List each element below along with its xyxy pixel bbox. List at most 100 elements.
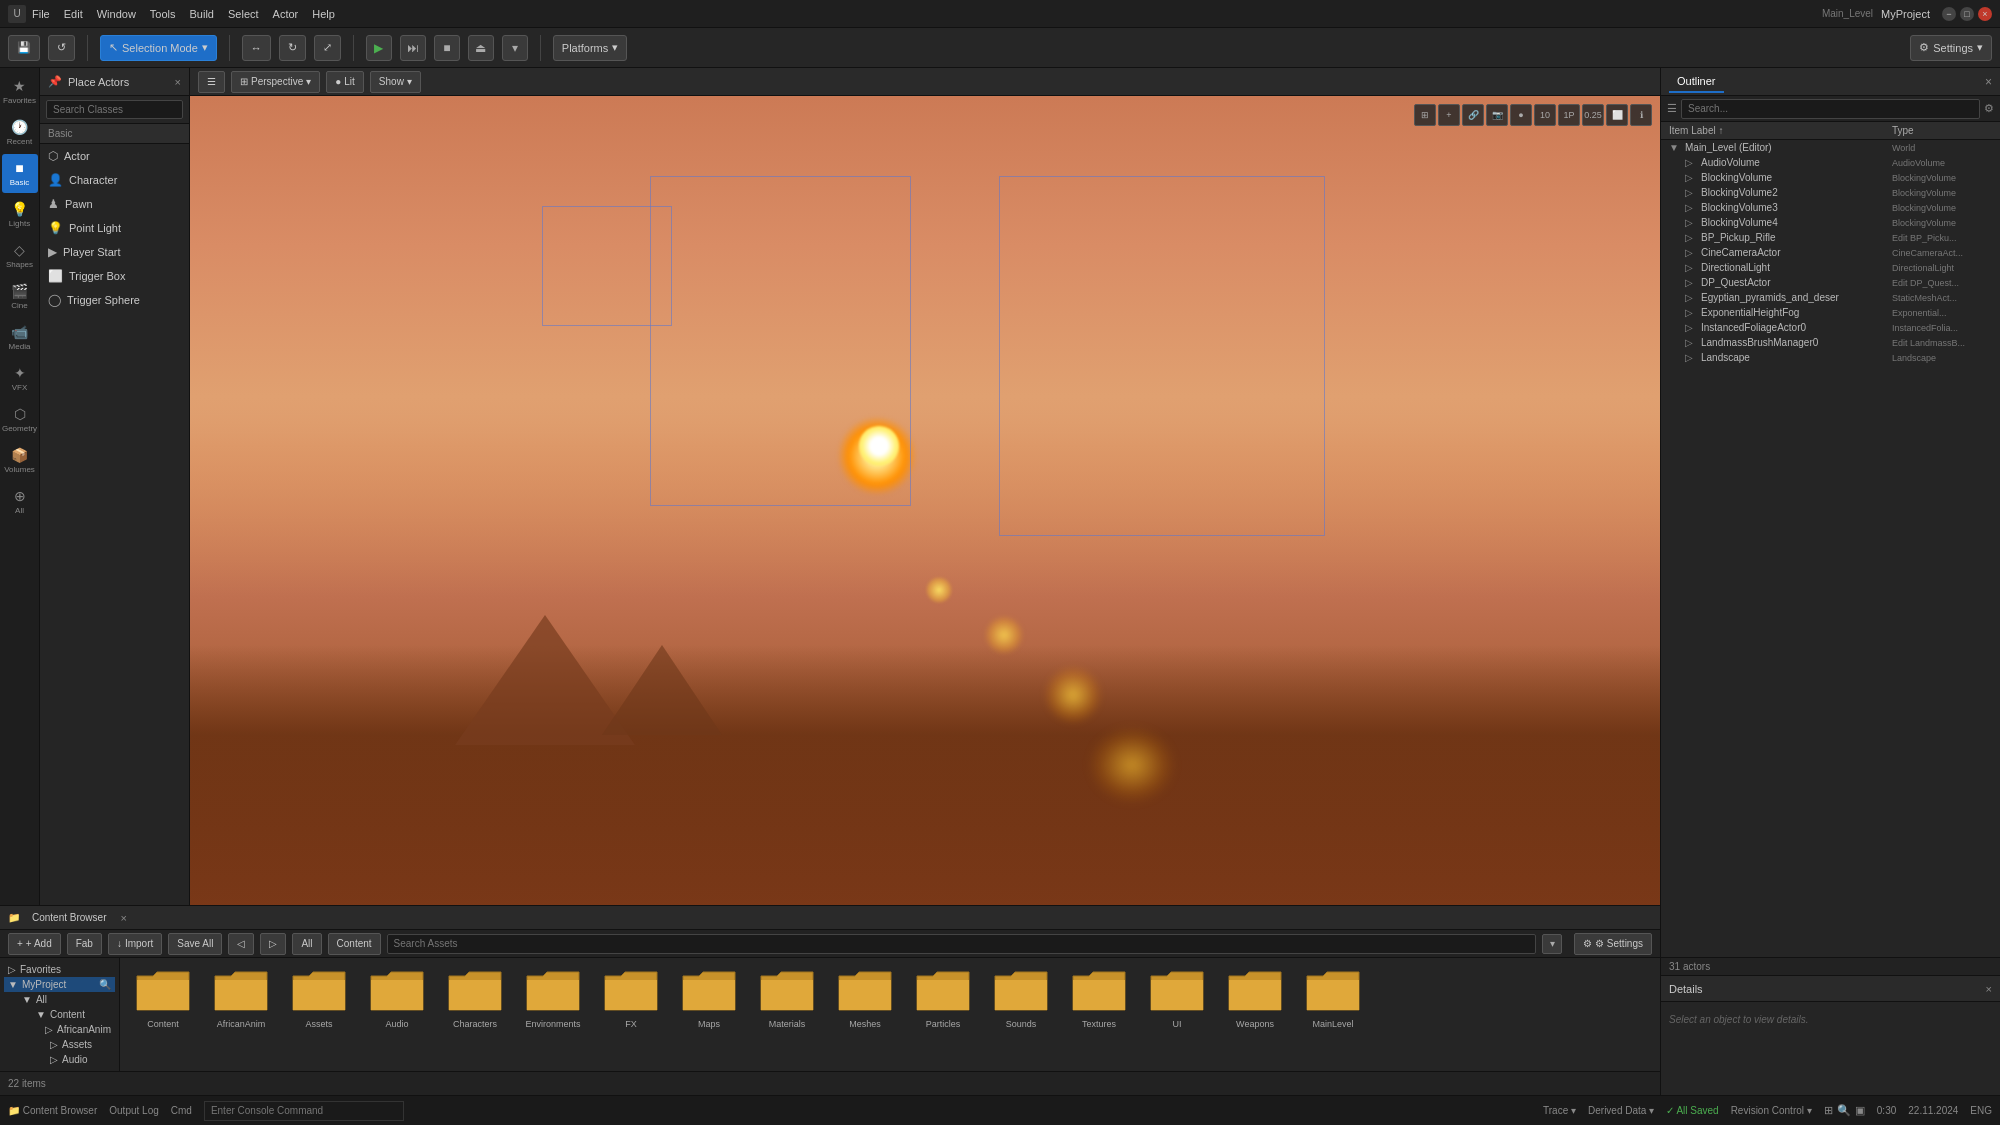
cb-tree-assets[interactable]: ▷ Assets (4, 1037, 115, 1052)
cb-tree-favorites[interactable]: ▷ Favorites (4, 962, 115, 977)
eject-button[interactable]: ⏏ (468, 35, 494, 61)
settings-play-button[interactable]: ▾ (502, 35, 528, 61)
cb-tree-audio[interactable]: ▷ Audio (4, 1052, 115, 1067)
cb-tree-all[interactable]: ▼ All (4, 992, 115, 1007)
menu-window[interactable]: Window (97, 8, 136, 20)
menu-file[interactable]: File (32, 8, 50, 20)
nav-favorites[interactable]: ★ Favorites (2, 72, 38, 111)
asset-folder-sounds[interactable]: Sounds (986, 966, 1056, 1029)
actor-item-point-light[interactable]: 💡 Point Light (40, 216, 189, 240)
place-actors-search-input[interactable] (46, 100, 183, 119)
outliner-item-directional-light[interactable]: ▷ DirectionalLight DirectionalLight (1661, 260, 2000, 275)
nav-basic[interactable]: ■ Basic (2, 154, 38, 193)
asset-folder-assets[interactable]: Assets (284, 966, 354, 1029)
actor-item-pawn[interactable]: ♟ Pawn (40, 192, 189, 216)
cmd-btn[interactable]: Cmd (171, 1105, 192, 1116)
menu-help[interactable]: Help (312, 8, 335, 20)
stop-button[interactable]: ■ (434, 35, 460, 61)
content-browser-tab-btn[interactable]: 📁 Content Browser (8, 1105, 97, 1116)
outliner-item-blocking-volume2[interactable]: ▷ BlockingVolume2 BlockingVolume (1661, 185, 2000, 200)
asset-folder-meshes[interactable]: Meshes (830, 966, 900, 1029)
menu-build[interactable]: Build (190, 8, 214, 20)
undo-button[interactable]: ↺ (48, 35, 75, 61)
save-all-button[interactable]: Save All (168, 933, 222, 955)
derived-data-btn[interactable]: Derived Data ▾ (1588, 1105, 1654, 1116)
asset-folder-audio[interactable]: Audio (362, 966, 432, 1029)
asset-folder-particles[interactable]: Particles (908, 966, 978, 1029)
translate-button[interactable]: ↔ (242, 35, 271, 61)
maximize-button[interactable]: □ (1960, 7, 1974, 21)
outliner-item-landscape[interactable]: ▷ Landscape Landscape (1661, 350, 2000, 365)
revision-control-btn[interactable]: Revision Control ▾ (1731, 1105, 1812, 1116)
vp-maximize-btn[interactable]: ⬜ (1606, 104, 1628, 126)
outliner-item-main-level[interactable]: ▼ Main_Level (Editor) World (1661, 140, 2000, 155)
selection-mode-button[interactable]: ↖ Selection Mode ▾ (100, 35, 217, 61)
cb-breadcrumb-content[interactable]: Content (328, 933, 381, 955)
show-button[interactable]: Show ▾ (370, 71, 421, 93)
outliner-item-cine-camera[interactable]: ▷ CineCameraActor CineCameraAct... (1661, 245, 2000, 260)
content-browser-tab[interactable]: Content Browser (26, 910, 112, 925)
cb-settings-button[interactable]: ⚙ ⚙ Settings (1574, 933, 1652, 955)
outliner-item-dp-quest[interactable]: ▷ DP_QuestActor Edit DP_Quest... (1661, 275, 2000, 290)
vp-scale-btn[interactable]: 0.25 (1582, 104, 1604, 126)
cb-breadcrumb-all[interactable]: All (292, 933, 321, 955)
outliner-search-input[interactable] (1681, 99, 1980, 119)
outliner-tab[interactable]: Outliner (1669, 71, 1724, 93)
outliner-close-button[interactable]: × (1985, 75, 1992, 89)
asset-folder-ui[interactable]: UI (1142, 966, 1212, 1029)
nav-volumes[interactable]: 📦 Volumes (2, 441, 38, 480)
outliner-item-instanced-foliage[interactable]: ▷ InstancedFoliageActor0 InstancedFolia.… (1661, 320, 2000, 335)
content-browser-search-input[interactable] (387, 934, 1537, 954)
asset-folder-weapons[interactable]: Weapons (1220, 966, 1290, 1029)
outliner-item-landmass[interactable]: ▷ LandmassBrushManager0 Edit LandmassB..… (1661, 335, 2000, 350)
vp-camera-btn[interactable]: 📷 (1486, 104, 1508, 126)
menu-tools[interactable]: Tools (150, 8, 176, 20)
outliner-bp-pickup-type[interactable]: Edit BP_Picku... (1892, 233, 1992, 243)
asset-folder-african-anim[interactable]: AfricanAnim (206, 966, 276, 1029)
scale-button[interactable]: ⤢ (314, 35, 341, 61)
lit-button[interactable]: ● Lit (326, 71, 364, 93)
outliner-item-exp-height-fog[interactable]: ▷ ExponentialHeightFog Exponential... (1661, 305, 2000, 320)
vp-angle-btn[interactable]: 1P (1558, 104, 1580, 126)
nav-recent[interactable]: 🕐 Recent (2, 113, 38, 152)
minimize-button[interactable]: − (1942, 7, 1956, 21)
vp-transform-btn[interactable]: ⊞ (1414, 104, 1436, 126)
actor-item-player-start[interactable]: ▶ Player Start (40, 240, 189, 264)
nav-lights[interactable]: 💡 Lights (2, 195, 38, 234)
content-browser-close-button[interactable]: × (120, 912, 126, 924)
cb-tree-my-project[interactable]: ▼ MyProject 🔍 (4, 977, 115, 992)
menu-select[interactable]: Select (228, 8, 259, 20)
outliner-item-audio-volume[interactable]: ▷ AudioVolume AudioVolume (1661, 155, 2000, 170)
vp-grid-size-btn[interactable]: 10 (1534, 104, 1556, 126)
vp-info-btn[interactable]: ℹ (1630, 104, 1652, 126)
nav-geometry[interactable]: ⬡ Geometry (2, 400, 38, 439)
asset-folder-characters[interactable]: Characters (440, 966, 510, 1029)
nav-cine[interactable]: 🎬 Cine (2, 277, 38, 316)
asset-folder-textures[interactable]: Textures (1064, 966, 1134, 1029)
outliner-item-blocking-volume4[interactable]: ▷ BlockingVolume4 BlockingVolume (1661, 215, 2000, 230)
outliner-options-icon[interactable]: ⚙ (1984, 102, 1994, 115)
close-button[interactable]: × (1978, 7, 1992, 21)
output-log-btn[interactable]: Output Log (109, 1105, 158, 1116)
import-button[interactable]: ↓ Import (108, 933, 162, 955)
add-button[interactable]: + + Add (8, 933, 61, 955)
outliner-dp-quest-type[interactable]: Edit DP_Quest... (1892, 278, 1992, 288)
actor-item-trigger-box[interactable]: ⬜ Trigger Box (40, 264, 189, 288)
outliner-item-pyramids[interactable]: ▷ Egyptian_pyramids_and_deser StaticMesh… (1661, 290, 2000, 305)
taskbar-icon-search[interactable]: 🔍 (1837, 1104, 1851, 1117)
actor-item-trigger-sphere[interactable]: ◯ Trigger Sphere (40, 288, 189, 312)
outliner-item-blocking-volume3[interactable]: ▷ BlockingVolume3 BlockingVolume (1661, 200, 2000, 215)
filter-dropdown-button[interactable]: ▾ (1542, 934, 1562, 954)
vp-lit-btn[interactable]: ● (1510, 104, 1532, 126)
nav-media[interactable]: 📹 Media (2, 318, 38, 357)
asset-folder-main-level[interactable]: MainLevel (1298, 966, 1368, 1029)
outliner-item-blocking-volume[interactable]: ▷ BlockingVolume BlockingVolume (1661, 170, 2000, 185)
asset-folder-materials[interactable]: Materials (752, 966, 822, 1029)
save-button[interactable]: 💾 (8, 35, 40, 61)
details-close-button[interactable]: × (1986, 983, 1992, 995)
console-command-input[interactable] (204, 1101, 404, 1121)
vp-snap-btn[interactable]: 🔗 (1462, 104, 1484, 126)
cb-nav-back-button[interactable]: ◁ (228, 933, 254, 955)
project-search-icon[interactable]: 🔍 (99, 979, 111, 990)
skip-button[interactable]: ⏭ (400, 35, 426, 61)
